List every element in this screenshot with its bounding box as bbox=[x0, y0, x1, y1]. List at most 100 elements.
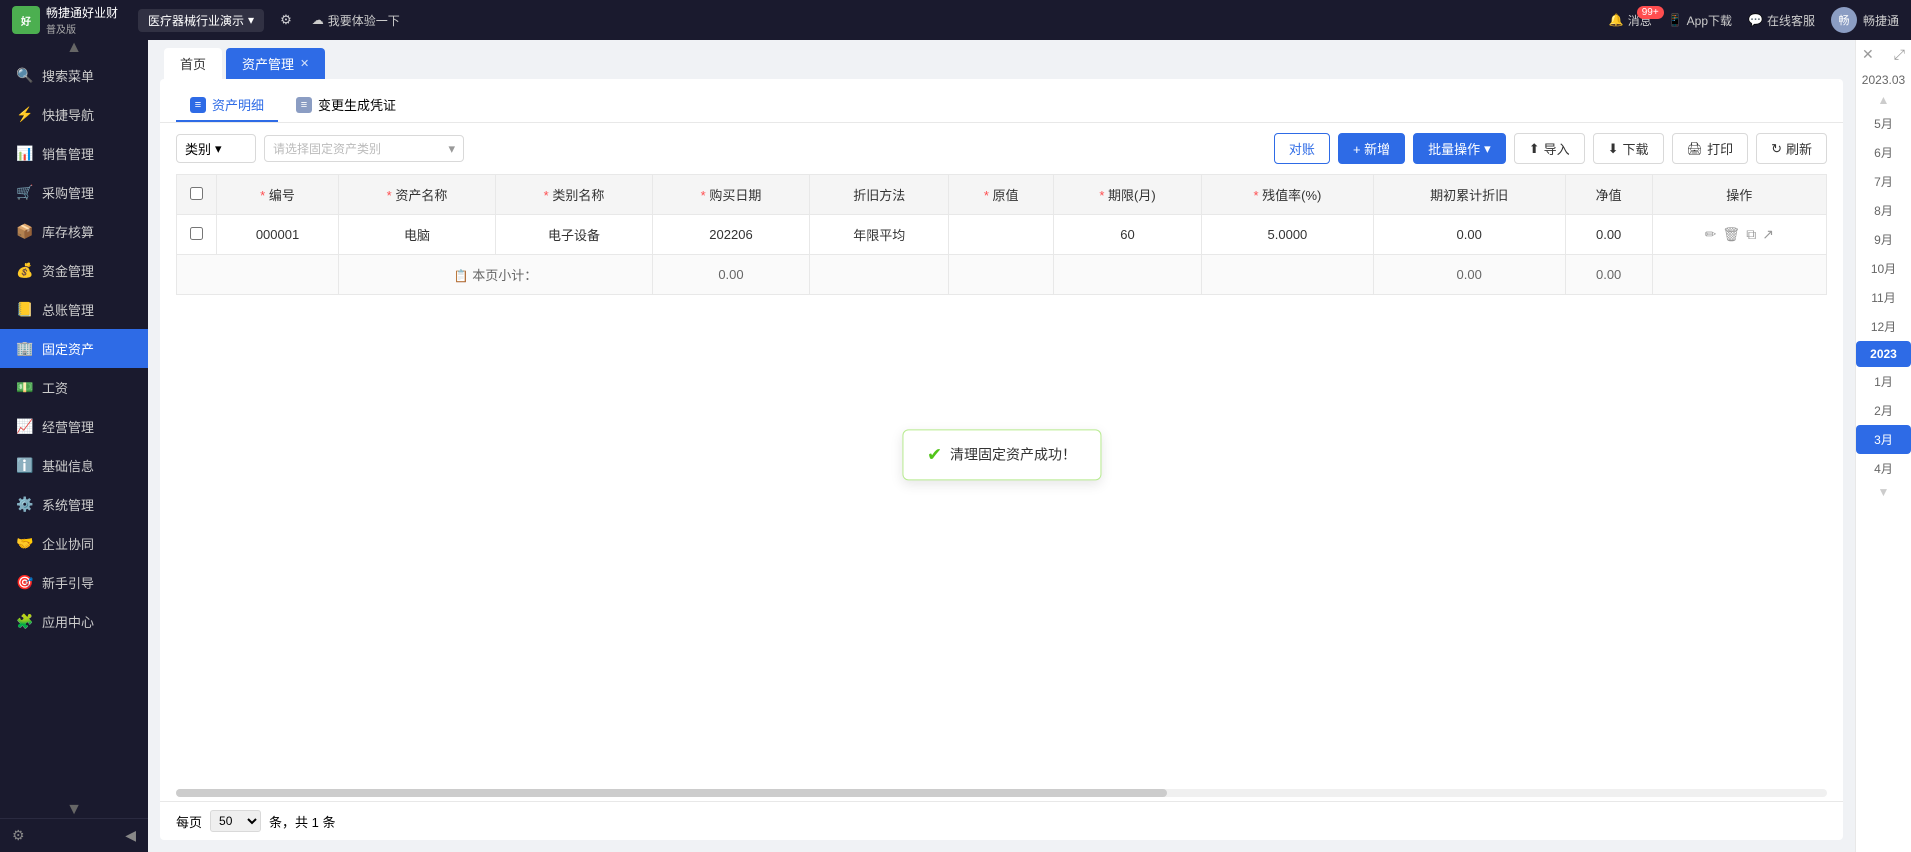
sidebar-item-guide[interactable]: 🎯 新手引导 bbox=[0, 563, 148, 602]
sidebar-scroll-up[interactable]: ▲ bbox=[0, 40, 148, 56]
sidebar-item-enterprise[interactable]: 🤝 企业协同 bbox=[0, 524, 148, 563]
total-label: 条，共 1 条 bbox=[269, 812, 335, 831]
sidebar-item-basic-info[interactable]: ℹ️ 基础信息 bbox=[0, 446, 148, 485]
category-input[interactable]: 请选择固定资产类别 ▾ bbox=[264, 135, 464, 162]
sidebar-item-operations[interactable]: 📈 经营管理 bbox=[0, 407, 148, 446]
new-button[interactable]: + 新增 bbox=[1338, 133, 1405, 164]
basic-info-icon: ℹ️ bbox=[16, 457, 34, 475]
sidebar-item-ledger[interactable]: 📒 总账管理 bbox=[0, 290, 148, 329]
month-10[interactable]: 10月 bbox=[1856, 254, 1911, 283]
month-1[interactable]: 1月 bbox=[1856, 367, 1911, 396]
month-3[interactable]: 3月 bbox=[1856, 425, 1911, 454]
experience-button[interactable]: ☁ 我要体验一下 bbox=[312, 12, 400, 29]
download-label: 下载 bbox=[1623, 139, 1649, 158]
select-all-checkbox[interactable] bbox=[190, 187, 203, 200]
table-row: 000001 电脑 电子设备 202206 年限平均 60 5.0000 0.0… bbox=[177, 215, 1827, 255]
sub-tab-voucher-gen[interactable]: ≡ 变更生成凭证 bbox=[282, 89, 410, 122]
online-service-button[interactable]: 💬 在线客服 bbox=[1748, 12, 1815, 29]
quick-nav-icon: ⚡ bbox=[16, 106, 34, 124]
tab-asset-mgmt-label: 资产管理 bbox=[242, 54, 294, 73]
panel-close-button[interactable]: ✕ bbox=[1862, 46, 1874, 63]
sub-tab-voucher-gen-label: 变更生成凭证 bbox=[318, 95, 396, 114]
import-label: 导入 bbox=[1544, 139, 1570, 158]
month-9[interactable]: 9月 bbox=[1856, 225, 1911, 254]
scrollbar-thumb[interactable] bbox=[176, 789, 1167, 797]
row-checkbox[interactable] bbox=[190, 227, 203, 240]
subtotal-label-cell bbox=[177, 255, 339, 295]
sidebar-settings-icon[interactable]: ⚙ bbox=[12, 827, 25, 844]
year-2023[interactable]: 2023 bbox=[1856, 341, 1911, 367]
toolbar-right: 对账 + 新增 批量操作 ▾ ⬆ 导入 ⬇ 下载 bbox=[1274, 133, 1827, 164]
sidebar-item-label: 总账管理 bbox=[42, 300, 94, 319]
refresh-button[interactable]: ↻ 刷新 bbox=[1756, 133, 1827, 164]
month-7[interactable]: 7月 bbox=[1856, 167, 1911, 196]
company-name: 医疗器械行业演示 bbox=[148, 12, 244, 29]
enterprise-icon: 🤝 bbox=[16, 535, 34, 553]
company-selector[interactable]: 医疗器械行业演示 ▾ bbox=[138, 9, 264, 32]
sidebar-item-sales[interactable]: 📊 销售管理 bbox=[0, 134, 148, 173]
month-4[interactable]: 4月 bbox=[1856, 454, 1911, 483]
voucher-gen-icon: ≡ bbox=[296, 97, 312, 113]
horizontal-scrollbar[interactable] bbox=[176, 789, 1827, 797]
panel-scroll-down[interactable]: ▼ bbox=[1876, 483, 1892, 501]
row-checkbox-cell bbox=[177, 215, 217, 255]
app-download-button[interactable]: 📱 App下载 bbox=[1668, 12, 1732, 29]
main-layout: ▲ 🔍 搜索菜单 ⚡ 快捷导航 📊 销售管理 🛒 采购管理 📦 库存核算 bbox=[0, 40, 1911, 852]
filter-dropdown-icon: ▾ bbox=[448, 141, 455, 157]
month-5[interactable]: 5月 bbox=[1856, 109, 1911, 138]
sidebar-item-label: 固定资产 bbox=[42, 339, 94, 358]
top-bar-right: 🔔 消息 99+ 📱 App下载 💬 在线客服 畅 畅捷通 bbox=[1609, 7, 1899, 33]
settings-icon[interactable]: ⚙ bbox=[280, 12, 292, 28]
month-8[interactable]: 8月 bbox=[1856, 196, 1911, 225]
cell-original-value bbox=[949, 215, 1053, 255]
tab-asset-mgmt[interactable]: 资产管理 ✕ bbox=[226, 48, 325, 79]
delete-icon[interactable]: 🗑 bbox=[1722, 226, 1740, 243]
panel-expand-button[interactable]: ⤢ bbox=[1894, 46, 1905, 63]
subtotal-label: 📋 本页小计： bbox=[339, 255, 653, 295]
sidebar-item-system[interactable]: ⚙️ 系统管理 bbox=[0, 485, 148, 524]
sub-tab-asset-detail[interactable]: ≡ 资产明细 bbox=[176, 89, 278, 122]
new-label: + 新增 bbox=[1353, 139, 1390, 158]
sidebar-item-label: 库存核算 bbox=[42, 222, 94, 241]
panel-scroll-up[interactable]: ▲ bbox=[1876, 91, 1892, 109]
more-icon[interactable]: ↗ bbox=[1762, 226, 1774, 243]
notifications-button[interactable]: 🔔 消息 99+ bbox=[1609, 12, 1652, 29]
operations-icon: 📈 bbox=[16, 418, 34, 436]
month-2[interactable]: 2月 bbox=[1856, 396, 1911, 425]
th-residual-rate: 残值率(%) bbox=[1202, 175, 1374, 215]
user-menu[interactable]: 畅 畅捷通 bbox=[1831, 7, 1899, 33]
page-size-select[interactable]: 50 10 20 100 bbox=[210, 810, 261, 832]
month-6[interactable]: 6月 bbox=[1856, 138, 1911, 167]
batch-button[interactable]: 批量操作 ▾ bbox=[1413, 133, 1506, 164]
subtotal-icon: 📋 bbox=[454, 269, 469, 283]
sidebar-scroll-down[interactable]: ▼ bbox=[0, 802, 148, 818]
month-12[interactable]: 12月 bbox=[1856, 312, 1911, 341]
sidebar-item-label: 基础信息 bbox=[42, 456, 94, 475]
sidebar-collapse-icon[interactable]: ◀ bbox=[125, 827, 136, 844]
sidebar-item-purchase[interactable]: 🛒 采购管理 bbox=[0, 173, 148, 212]
sidebar-item-funds[interactable]: 💰 资金管理 bbox=[0, 251, 148, 290]
sidebar-item-quick-nav[interactable]: ⚡ 快捷导航 bbox=[0, 95, 148, 134]
edit-icon[interactable]: ✏ bbox=[1705, 226, 1717, 243]
print-button[interactable]: 🖨 打印 bbox=[1672, 133, 1749, 164]
sidebar-item-label: 销售管理 bbox=[42, 144, 94, 163]
month-11[interactable]: 11月 bbox=[1856, 283, 1911, 312]
sidebar-item-app-center[interactable]: 🧩 应用中心 bbox=[0, 602, 148, 641]
reconcile-button[interactable]: 对账 bbox=[1274, 133, 1330, 164]
copy-icon[interactable]: ⧉ bbox=[1746, 226, 1756, 243]
toast-message: 清理固定资产成功！ bbox=[950, 444, 1076, 464]
right-panel-top: ✕ ⤢ bbox=[1856, 40, 1911, 69]
category-filter-select[interactable]: 类别 ▾ bbox=[176, 134, 256, 163]
sidebar-item-fixed-assets[interactable]: 🏢 固定资产 bbox=[0, 329, 148, 368]
import-button[interactable]: ⬆ 导入 bbox=[1514, 133, 1585, 164]
download-button[interactable]: ⬇ 下载 bbox=[1593, 133, 1664, 164]
notifications-badge: 99+ bbox=[1637, 6, 1664, 19]
tab-close-icon[interactable]: ✕ bbox=[300, 57, 309, 70]
service-icon: 💬 bbox=[1748, 13, 1763, 27]
sidebar-item-payroll[interactable]: 💵 工资 bbox=[0, 368, 148, 407]
cell-initial-dep: 0.00 bbox=[1373, 215, 1565, 255]
tab-home[interactable]: 首页 bbox=[164, 48, 222, 79]
fixed-assets-icon: 🏢 bbox=[16, 340, 34, 358]
sidebar-item-inventory[interactable]: 📦 库存核算 bbox=[0, 212, 148, 251]
sidebar-item-search[interactable]: 🔍 搜索菜单 bbox=[0, 56, 148, 95]
